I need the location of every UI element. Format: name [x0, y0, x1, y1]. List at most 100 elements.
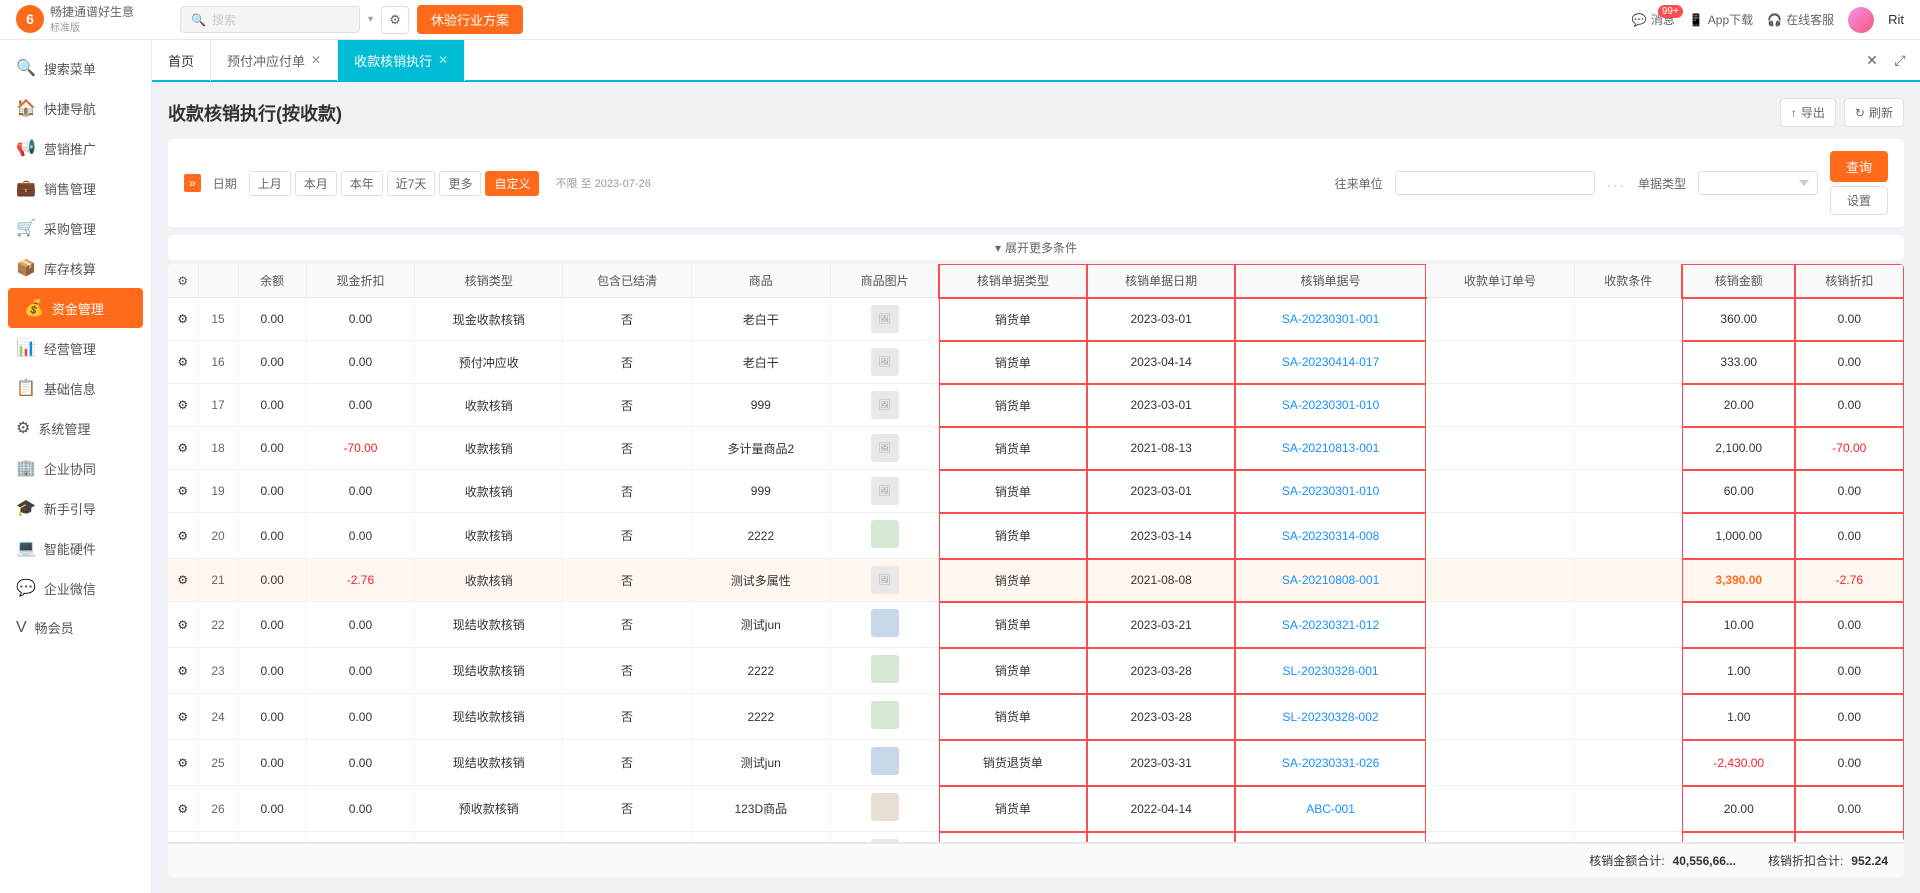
cell-settings[interactable]: ⚙ — [168, 694, 198, 740]
query-button[interactable]: 查询 — [1830, 151, 1888, 182]
tab-home[interactable]: 首页 — [152, 40, 211, 81]
sidebar-item-system[interactable]: ⚙ 系统管理 — [0, 408, 151, 448]
bill-no-link[interactable]: SA-20230414-017 — [1282, 355, 1379, 369]
bill-no-link[interactable]: SL-20230328-002 — [1283, 710, 1379, 724]
user-avatar[interactable] — [1848, 7, 1874, 33]
tab-prepay[interactable]: 预付冲应付单 ✕ — [211, 40, 338, 81]
industry-button[interactable]: 休验行业方案 — [417, 5, 523, 34]
sidebar-label-purchase: 采购管理 — [44, 219, 96, 238]
sidebar-item-marketing[interactable]: 📢 营销推广 — [0, 128, 151, 168]
sidebar-item-operation[interactable]: 📊 经营管理 — [0, 328, 151, 368]
cell-bill-no[interactable]: SA-20230301-010 — [1235, 384, 1426, 427]
cell-settings[interactable]: ⚙ — [168, 786, 198, 832]
cell-bill-type: 销货单 — [939, 694, 1087, 740]
setting-button[interactable]: 设置 — [1830, 186, 1888, 215]
cell-bill-no[interactable]: SL-20230328-001 — [1235, 648, 1426, 694]
settings-button[interactable]: ⚙ — [381, 6, 409, 34]
refresh-button[interactable]: ↻ 刷新 — [1844, 98, 1904, 127]
gear-cell-icon[interactable]: ⚙ — [177, 756, 188, 770]
online-service-button[interactable]: 🎧 在线客服 — [1767, 11, 1834, 28]
sidebar-item-finance[interactable]: 💰 资金管理 — [8, 288, 143, 328]
bill-no-link[interactable]: SA-20210813-001 — [1282, 441, 1379, 455]
gear-cell-icon[interactable]: ⚙ — [177, 573, 188, 587]
date-buttons: 上月 本月 本年 近7天 更多 自定义 — [249, 171, 540, 196]
cell-bill-no[interactable]: SA-20230314-008 — [1235, 513, 1426, 559]
tab-close-button[interactable]: ✕ — [1860, 48, 1884, 72]
cell-settings[interactable]: ⚙ — [168, 832, 198, 843]
gear-cell-icon[interactable]: ⚙ — [177, 312, 188, 326]
cell-settings[interactable]: ⚙ — [168, 740, 198, 786]
cell-settings[interactable]: ⚙ — [168, 384, 198, 427]
bill-no-link[interactable]: SA-20230314-008 — [1282, 529, 1379, 543]
bill-no-link[interactable]: ABC-001 — [1306, 802, 1355, 816]
app-download-button[interactable]: 📱 App下载 — [1689, 11, 1753, 28]
cell-settings[interactable]: ⚙ — [168, 559, 198, 602]
cell-bill-no[interactable]: SA-20210813-001 — [1235, 427, 1426, 470]
date-btn-this-year[interactable]: 本年 — [341, 171, 383, 196]
expand-btn-area[interactable]: » — [184, 174, 201, 192]
date-btn-custom[interactable]: 自定义 — [485, 171, 539, 196]
gear-cell-icon[interactable]: ⚙ — [177, 618, 188, 632]
cell-bill-no[interactable]: SL-20230408-001 — [1235, 832, 1426, 843]
cell-bill-no[interactable]: SA-20210808-001 — [1235, 559, 1426, 602]
cell-bill-no[interactable]: SA-20230331-026 — [1235, 740, 1426, 786]
cell-settings[interactable]: ⚙ — [168, 470, 198, 513]
sidebar-item-inventory[interactable]: 📦 库存核算 — [0, 248, 151, 288]
bill-no-link[interactable]: SA-20210808-001 — [1282, 573, 1379, 587]
date-btn-this-month[interactable]: 本月 — [295, 171, 337, 196]
gear-cell-icon[interactable]: ⚙ — [177, 484, 188, 498]
tab-prepay-close[interactable]: ✕ — [311, 53, 321, 67]
tab-expand-button[interactable]: ⤢ — [1888, 48, 1912, 72]
cell-settings[interactable]: ⚙ — [168, 427, 198, 470]
sidebar-item-wechat[interactable]: 💬 企业微信 — [0, 568, 151, 608]
cell-settings[interactable]: ⚙ — [168, 648, 198, 694]
cell-bill-no[interactable]: SL-20230328-002 — [1235, 694, 1426, 740]
sidebar-item-sales[interactable]: 💼 销售管理 — [0, 168, 151, 208]
cell-settings[interactable]: ⚙ — [168, 602, 198, 648]
bill-no-link[interactable]: SA-20230301-010 — [1282, 398, 1379, 412]
bill-no-link[interactable]: SA-20230301-001 — [1282, 312, 1379, 326]
sidebar-item-quick-nav[interactable]: 🏠 快捷导航 — [0, 88, 151, 128]
bill-no-link[interactable]: SA-20230321-012 — [1282, 618, 1379, 632]
bill-no-link[interactable]: SA-20230331-026 — [1282, 756, 1379, 770]
bill-no-link[interactable]: SA-20230301-010 — [1282, 484, 1379, 498]
sidebar-item-search[interactable]: 🔍 搜索菜单 — [0, 48, 151, 88]
messages-button[interactable]: 💬 消息 99+ — [1632, 11, 1675, 28]
tab-receipt-close[interactable]: ✕ — [438, 53, 448, 67]
date-btn-more[interactable]: 更多 — [439, 171, 481, 196]
gear-cell-icon[interactable]: ⚙ — [177, 441, 188, 455]
gear-cell-icon[interactable]: ⚙ — [177, 529, 188, 543]
cell-bill-no[interactable]: SA-20230301-001 — [1235, 298, 1426, 341]
expand-icon[interactable]: » — [184, 174, 201, 192]
table-container[interactable]: ⚙ 余额 现金折扣 核销类型 包含已结清 商品 商品图片 核销单据类型 — [168, 264, 1904, 842]
gear-cell-icon[interactable]: ⚙ — [177, 710, 188, 724]
sidebar-item-guide[interactable]: 🎓 新手引导 — [0, 488, 151, 528]
type-select[interactable] — [1698, 171, 1818, 195]
expand-more-bar[interactable]: ▾ 展开更多条件 — [168, 235, 1904, 260]
sidebar-item-member[interactable]: V 畅会员 — [0, 608, 151, 647]
cell-settings[interactable]: ⚙ — [168, 513, 198, 559]
sidebar-item-hardware[interactable]: 💻 智能硬件 — [0, 528, 151, 568]
gear-cell-icon[interactable]: ⚙ — [177, 664, 188, 678]
cell-bill-no[interactable]: SA-20230321-012 — [1235, 602, 1426, 648]
gear-cell-icon[interactable]: ⚙ — [177, 398, 188, 412]
cell-settings[interactable]: ⚙ — [168, 341, 198, 384]
gear-cell-icon[interactable]: ⚙ — [177, 355, 188, 369]
sidebar-item-enterprise[interactable]: 🏢 企业协同 — [0, 448, 151, 488]
export-button[interactable]: ↑ 导出 — [1780, 98, 1836, 127]
bill-no-link[interactable]: SL-20230328-001 — [1283, 664, 1379, 678]
cell-bill-no[interactable]: SA-20230414-017 — [1235, 341, 1426, 384]
sidebar-item-base-info[interactable]: 📋 基础信息 — [0, 368, 151, 408]
tab-receipt[interactable]: 收款核销执行 ✕ — [338, 40, 465, 81]
gear-icon[interactable]: ⚙ — [177, 274, 188, 288]
global-search[interactable]: 🔍 搜索 — [180, 6, 360, 33]
date-btn-7days[interactable]: 近7天 — [387, 171, 436, 196]
sidebar-item-purchase[interactable]: 🛒 采购管理 — [0, 208, 151, 248]
cell-bill-no[interactable]: ABC-001 — [1235, 786, 1426, 832]
search-dropdown-icon[interactable]: ▾ — [368, 14, 373, 25]
unit-input[interactable] — [1395, 171, 1595, 195]
date-btn-last-month[interactable]: 上月 — [249, 171, 291, 196]
cell-settings[interactable]: ⚙ — [168, 298, 198, 341]
gear-cell-icon[interactable]: ⚙ — [177, 802, 188, 816]
cell-bill-no[interactable]: SA-20230301-010 — [1235, 470, 1426, 513]
